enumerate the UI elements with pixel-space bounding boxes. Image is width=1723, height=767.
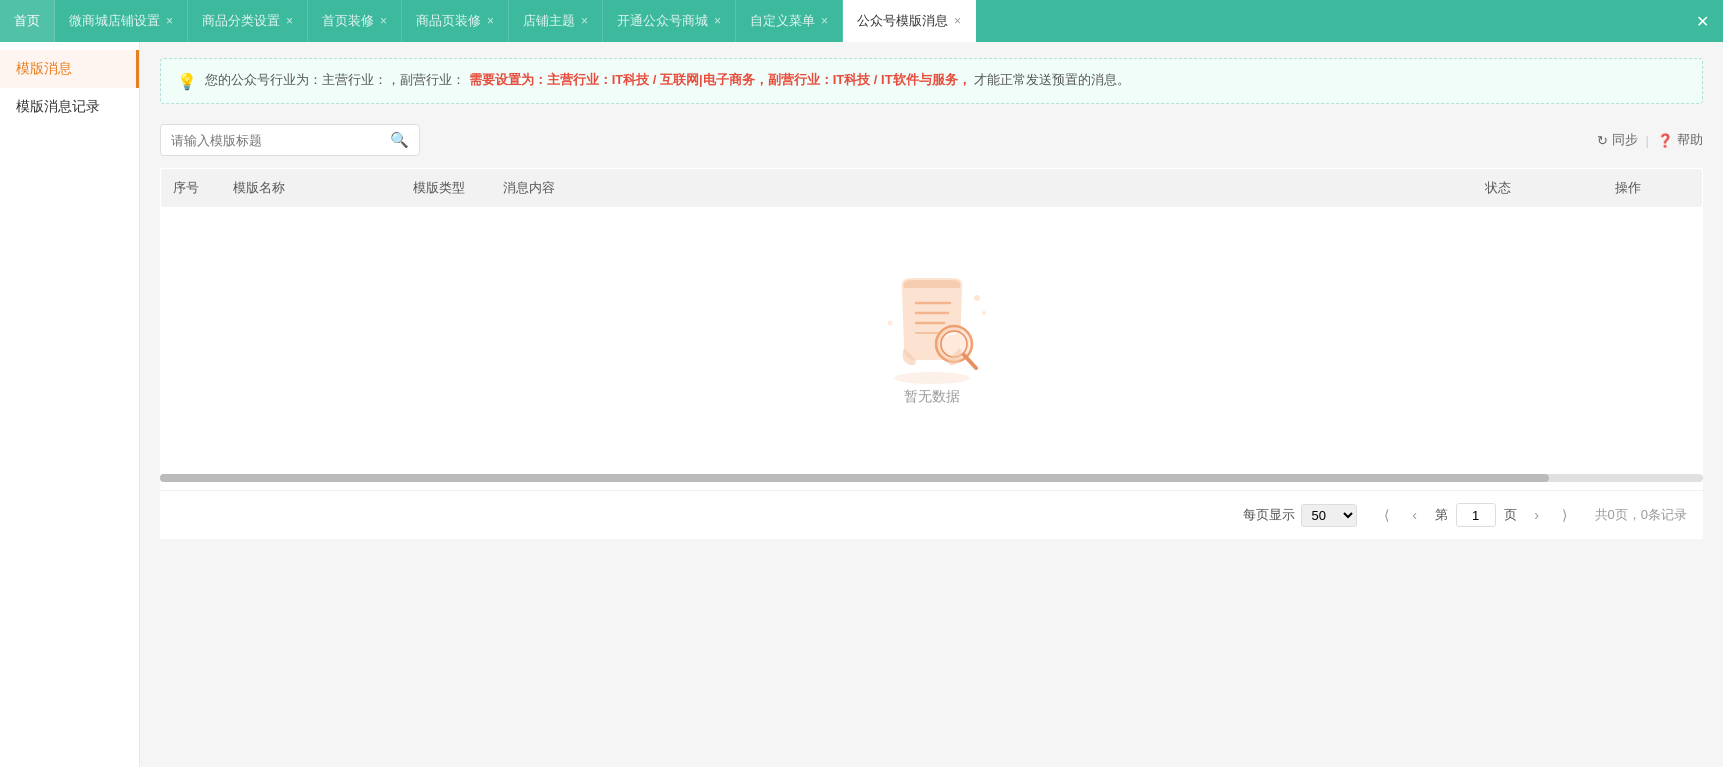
- notice-highlight: 需要设置为：主营行业：IT科技 / 互联网|电子商务，副营行业：IT科技 / I…: [469, 72, 971, 87]
- svg-point-8: [974, 295, 980, 301]
- toolbar-right: ↻ 同步 | ❓ 帮助: [1597, 131, 1703, 149]
- scroll-track[interactable]: [160, 474, 1703, 482]
- refresh-icon: ↻: [1597, 133, 1608, 148]
- help-button[interactable]: ❓ 帮助: [1657, 131, 1703, 149]
- close-tab-store-theme-icon[interactable]: ×: [581, 14, 588, 28]
- svg-point-10: [887, 321, 892, 326]
- col-header-name: 模版名称: [221, 169, 401, 208]
- col-header-content: 消息内容: [491, 169, 1473, 208]
- svg-line-7: [964, 355, 976, 368]
- nav-tab-product-deco[interactable]: 商品页装修 ×: [402, 0, 509, 42]
- close-tab-custom-menu-icon[interactable]: ×: [821, 14, 828, 28]
- horizontal-scrollbar[interactable]: [160, 466, 1703, 490]
- top-nav: 首页 微商城店铺设置 × 商品分类设置 × 首页装修 × 商品页装修 × 店铺主…: [0, 0, 1723, 42]
- sidebar: 模版消息 模版消息记录: [0, 42, 140, 767]
- page-nav: ⟨ ‹ 第 页 › ⟩: [1375, 503, 1577, 527]
- help-icon: ❓: [1657, 133, 1673, 148]
- close-tab-wshop-icon[interactable]: ×: [166, 14, 173, 28]
- empty-illustration: [872, 268, 992, 388]
- main-layout: 模版消息 模版消息记录 💡 您的公众号行业为：主营行业：，副营行业： 需要设置为…: [0, 42, 1723, 767]
- next-page-button[interactable]: ›: [1525, 503, 1549, 527]
- empty-state: 暂无数据: [160, 208, 1703, 466]
- scroll-thumb[interactable]: [160, 474, 1549, 482]
- col-header-status: 状态: [1473, 169, 1603, 208]
- close-tab-home-deco-icon[interactable]: ×: [380, 14, 387, 28]
- svg-point-9: [982, 311, 986, 315]
- data-table: 序号 模版名称 模版类型 消息内容 状态: [160, 168, 1703, 208]
- sync-button[interactable]: ↻ 同步: [1597, 131, 1638, 149]
- nav-tab-template-msg[interactable]: 公众号模版消息 ×: [843, 0, 976, 42]
- empty-text: 暂无数据: [904, 388, 960, 406]
- pagination-bar: 每页显示 50 10 20 100 ⟨ ‹ 第 页 › ⟩ 共0页，0条记录: [160, 490, 1703, 539]
- close-all-tabs-button[interactable]: ✕: [1682, 12, 1723, 31]
- close-tab-product-deco-icon[interactable]: ×: [487, 14, 494, 28]
- table-container: 序号 模版名称 模版类型 消息内容 状态: [160, 168, 1703, 490]
- search-input-wrap: 🔍: [160, 124, 420, 156]
- nav-tab-wshop[interactable]: 微商城店铺设置 ×: [55, 0, 188, 42]
- svg-point-6: [941, 331, 967, 357]
- close-tab-category-icon[interactable]: ×: [286, 14, 293, 28]
- last-page-button[interactable]: ⟩: [1553, 503, 1577, 527]
- search-bar: 🔍 ↻ 同步 | ❓ 帮助: [160, 124, 1703, 156]
- nav-tab-home-deco[interactable]: 首页装修 ×: [308, 0, 402, 42]
- page-label: 第: [1435, 506, 1448, 524]
- notice-icon: 💡: [177, 72, 197, 91]
- page-unit: 页: [1504, 506, 1517, 524]
- page-input[interactable]: [1456, 503, 1496, 527]
- page-size-dropdown[interactable]: 50 10 20 100: [1301, 504, 1357, 527]
- close-tab-open-mall-icon[interactable]: ×: [714, 14, 721, 28]
- search-input[interactable]: [171, 133, 390, 148]
- first-page-button[interactable]: ⟨: [1375, 503, 1399, 527]
- sidebar-item-template-msg[interactable]: 模版消息: [0, 50, 139, 88]
- notice-box: 💡 您的公众号行业为：主营行业：，副营行业： 需要设置为：主营行业：IT科技 /…: [160, 58, 1703, 104]
- total-info: 共0页，0条记录: [1595, 506, 1687, 524]
- nav-tab-open-mall[interactable]: 开通公众号商城 ×: [603, 0, 736, 42]
- toolbar-divider: |: [1646, 133, 1649, 148]
- prev-page-button[interactable]: ‹: [1403, 503, 1427, 527]
- notice-text: 您的公众号行业为：主营行业：，副营行业： 需要设置为：主营行业：IT科技 / 互…: [205, 71, 1130, 89]
- col-header-index: 序号: [161, 169, 221, 208]
- col-header-type: 模版类型: [401, 169, 491, 208]
- col-header-action: 操作: [1603, 169, 1703, 208]
- search-button[interactable]: 🔍: [390, 131, 409, 149]
- nav-tab-category[interactable]: 商品分类设置 ×: [188, 0, 308, 42]
- nav-tab-store-theme[interactable]: 店铺主题 ×: [509, 0, 603, 42]
- content-area: 💡 您的公众号行业为：主营行业：，副营行业： 需要设置为：主营行业：IT科技 /…: [140, 42, 1723, 767]
- sidebar-item-template-record[interactable]: 模版消息记录: [0, 88, 139, 126]
- close-tab-template-msg-icon[interactable]: ×: [954, 14, 961, 28]
- nav-tab-home[interactable]: 首页: [0, 0, 55, 42]
- page-size-select: 每页显示 50 10 20 100: [1243, 504, 1357, 527]
- svg-point-0: [894, 372, 970, 384]
- nav-tab-custom-menu[interactable]: 自定义菜单 ×: [736, 0, 843, 42]
